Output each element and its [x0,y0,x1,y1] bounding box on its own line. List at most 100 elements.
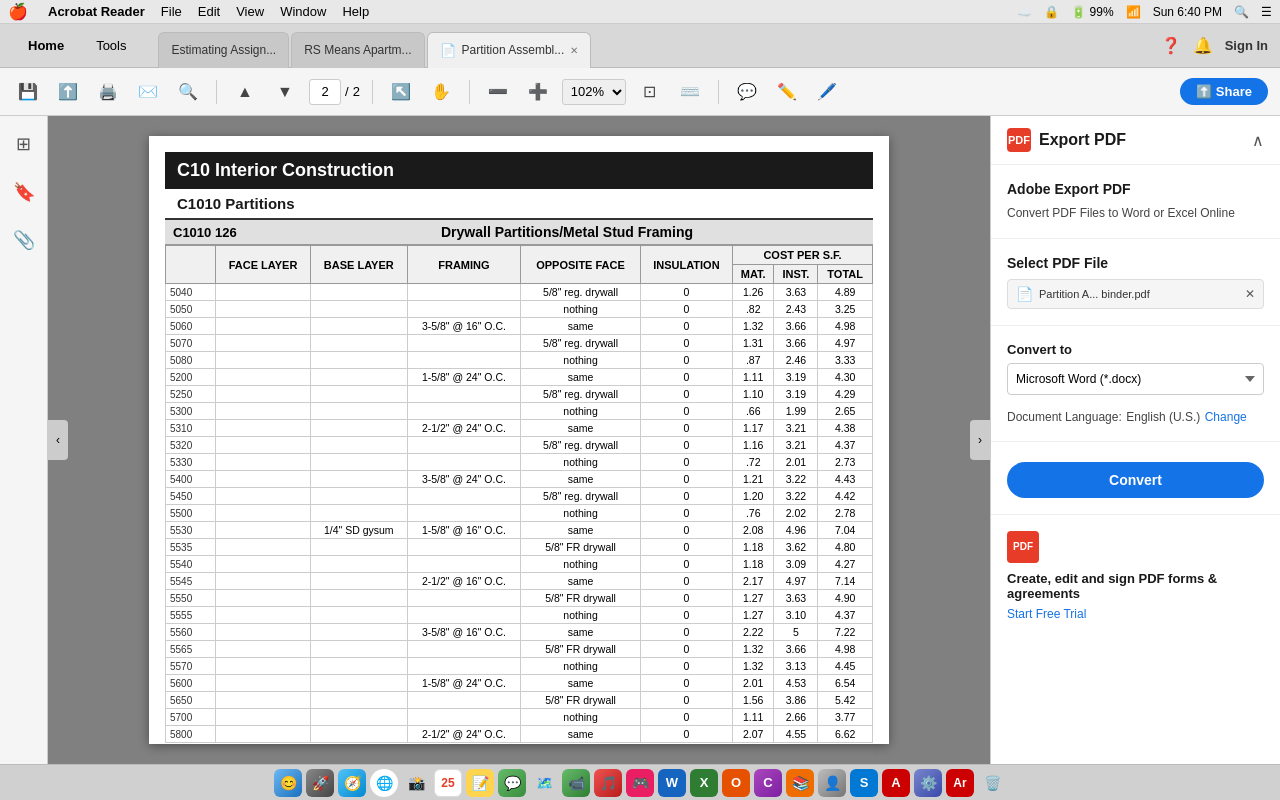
app-name[interactable]: Acrobat Reader [48,4,145,19]
attachments-icon[interactable]: 📎 [8,224,40,256]
dock-messages[interactable]: 💬 [498,769,526,797]
select-tool-button[interactable]: ↖️ [385,76,417,108]
dock-safari[interactable]: 🧭 [338,769,366,797]
annotate-button[interactable]: 🖊️ [811,76,843,108]
dock-itunes[interactable]: 🎮 [626,769,654,797]
convert-to-select[interactable]: Microsoft Word (*.docx) Microsoft Excel … [1007,363,1264,395]
menu-view[interactable]: View [236,4,264,19]
table-row: 5700 nothing 0 1.11 2.66 3.77 [166,709,873,726]
pen-button[interactable]: ✏️ [771,76,803,108]
table-row: 5650 5/8" FR drywall 0 1.56 3.86 5.42 [166,692,873,709]
search-icon[interactable]: 🔍 [1234,5,1249,19]
cell-base [311,590,408,607]
cell-face [216,624,311,641]
start-trial-link[interactable]: Start Free Trial [1007,607,1264,621]
cell-opposite: 5/8" reg. drywall [521,488,640,505]
page-total: 2 [353,84,360,99]
dock-facetime[interactable]: 📹 [562,769,590,797]
dock-capture[interactable]: C [754,769,782,797]
cell-inst: 3.62 [774,539,818,556]
table-row: 5040 5/8" reg. drywall 0 1.26 3.63 4.89 [166,284,873,301]
cell-total: 4.90 [818,590,873,607]
print-button[interactable]: 🖨️ [92,76,124,108]
pdf-viewer-area[interactable]: ‹ › C10 Interior Construction C1010 Part… [48,116,990,764]
dock-launchpad[interactable]: 🚀 [306,769,334,797]
dock-maps[interactable]: 🗺️ [530,769,558,797]
collapse-left-btn[interactable]: ‹ [48,420,68,460]
tab-partition[interactable]: 📄 Partition Assembl... ✕ [427,32,592,68]
share-button[interactable]: ⬆️ Share [1180,78,1268,105]
apple-menu[interactable]: 🍎 [8,2,28,21]
cell-total: 2.78 [818,505,873,522]
dock-music[interactable]: 🎵 [594,769,622,797]
tab-tools[interactable]: Tools [80,30,142,61]
notification-icon[interactable]: 🔔 [1193,36,1213,55]
cell-opposite: nothing [521,454,640,471]
search-button[interactable]: 🔍 [172,76,204,108]
dock-trash[interactable]: 🗑️ [978,769,1006,797]
fit-page-button[interactable]: ⊡ [634,76,666,108]
tab-rsmeans[interactable]: RS Means Apartm... [291,32,424,68]
cell-face [216,607,311,624]
bookmarks-icon[interactable]: 🔖 [8,176,40,208]
dock-word[interactable]: W [658,769,686,797]
dock-skype[interactable]: S [850,769,878,797]
dock-finder[interactable]: 😊 [274,769,302,797]
sign-in-button[interactable]: Sign In [1225,38,1268,53]
dock-contacts[interactable]: 👤 [818,769,846,797]
collapse-right-btn[interactable]: › [970,420,990,460]
cell-mat: 1.27 [733,607,774,624]
dock-chrome[interactable]: 🌐 [370,769,398,797]
dock-outlook[interactable]: O [722,769,750,797]
dock-excel[interactable]: X [690,769,718,797]
share-icon: ⬆️ [1196,84,1212,99]
cell-framing [407,539,521,556]
menu-help[interactable]: Help [342,4,369,19]
cell-inst: 3.63 [774,590,818,607]
menu-edit[interactable]: Edit [198,4,220,19]
tab-estimating[interactable]: Estimating Assign... [158,32,289,68]
dock-books[interactable]: 📚 [786,769,814,797]
cell-mat: .82 [733,301,774,318]
dock-acrobat[interactable]: Ar [946,769,974,797]
dock-notes[interactable]: 📝 [466,769,494,797]
cell-id: 5530 [166,522,216,539]
dock-photos[interactable]: 📸 [402,769,430,797]
save-button[interactable]: 💾 [12,76,44,108]
cell-framing [407,454,521,471]
zoom-out-button[interactable]: ➖ [482,76,514,108]
col-face-layer: FACE LAYER [216,246,311,284]
help-icon[interactable]: ❓ [1161,36,1181,55]
cell-id: 5565 [166,641,216,658]
hand-tool-button[interactable]: ✋ [425,76,457,108]
prev-page-button[interactable]: ▲ [229,76,261,108]
zoom-in-button[interactable]: ➕ [522,76,554,108]
menu-file[interactable]: File [161,4,182,19]
zoom-select[interactable]: 102% 75% 100% 125% 150% [562,79,626,105]
dock-system-prefs[interactable]: ⚙️ [914,769,942,797]
tab-close-btn[interactable]: ✕ [570,45,578,56]
dock-calendar[interactable]: 25 [434,769,462,797]
comment-button[interactable]: 💬 [731,76,763,108]
cell-total: 7.22 [818,624,873,641]
cell-id: 5450 [166,488,216,505]
change-language-link[interactable]: Change [1205,410,1247,424]
next-page-button[interactable]: ▼ [269,76,301,108]
tab-home[interactable]: Home [12,30,80,61]
cell-mat: 1.21 [733,471,774,488]
cell-framing [407,403,521,420]
page-number-input[interactable]: 2 [309,79,341,105]
cell-mat: 1.10 [733,386,774,403]
thumbnails-icon[interactable]: ⊞ [8,128,40,160]
email-button[interactable]: ✉️ [132,76,164,108]
collapse-panel-btn[interactable]: ∧ [1252,131,1264,150]
convert-button[interactable]: Convert [1007,462,1264,498]
control-icon[interactable]: ☰ [1261,5,1272,19]
file-chip-remove-btn[interactable]: ✕ [1245,287,1255,301]
upload-button[interactable]: ⬆️ [52,76,84,108]
cell-id: 5545 [166,573,216,590]
dock-autocad[interactable]: A [882,769,910,797]
keyboard-button[interactable]: ⌨️ [674,76,706,108]
menu-window[interactable]: Window [280,4,326,19]
table-row: 5555 nothing 0 1.27 3.10 4.37 [166,607,873,624]
